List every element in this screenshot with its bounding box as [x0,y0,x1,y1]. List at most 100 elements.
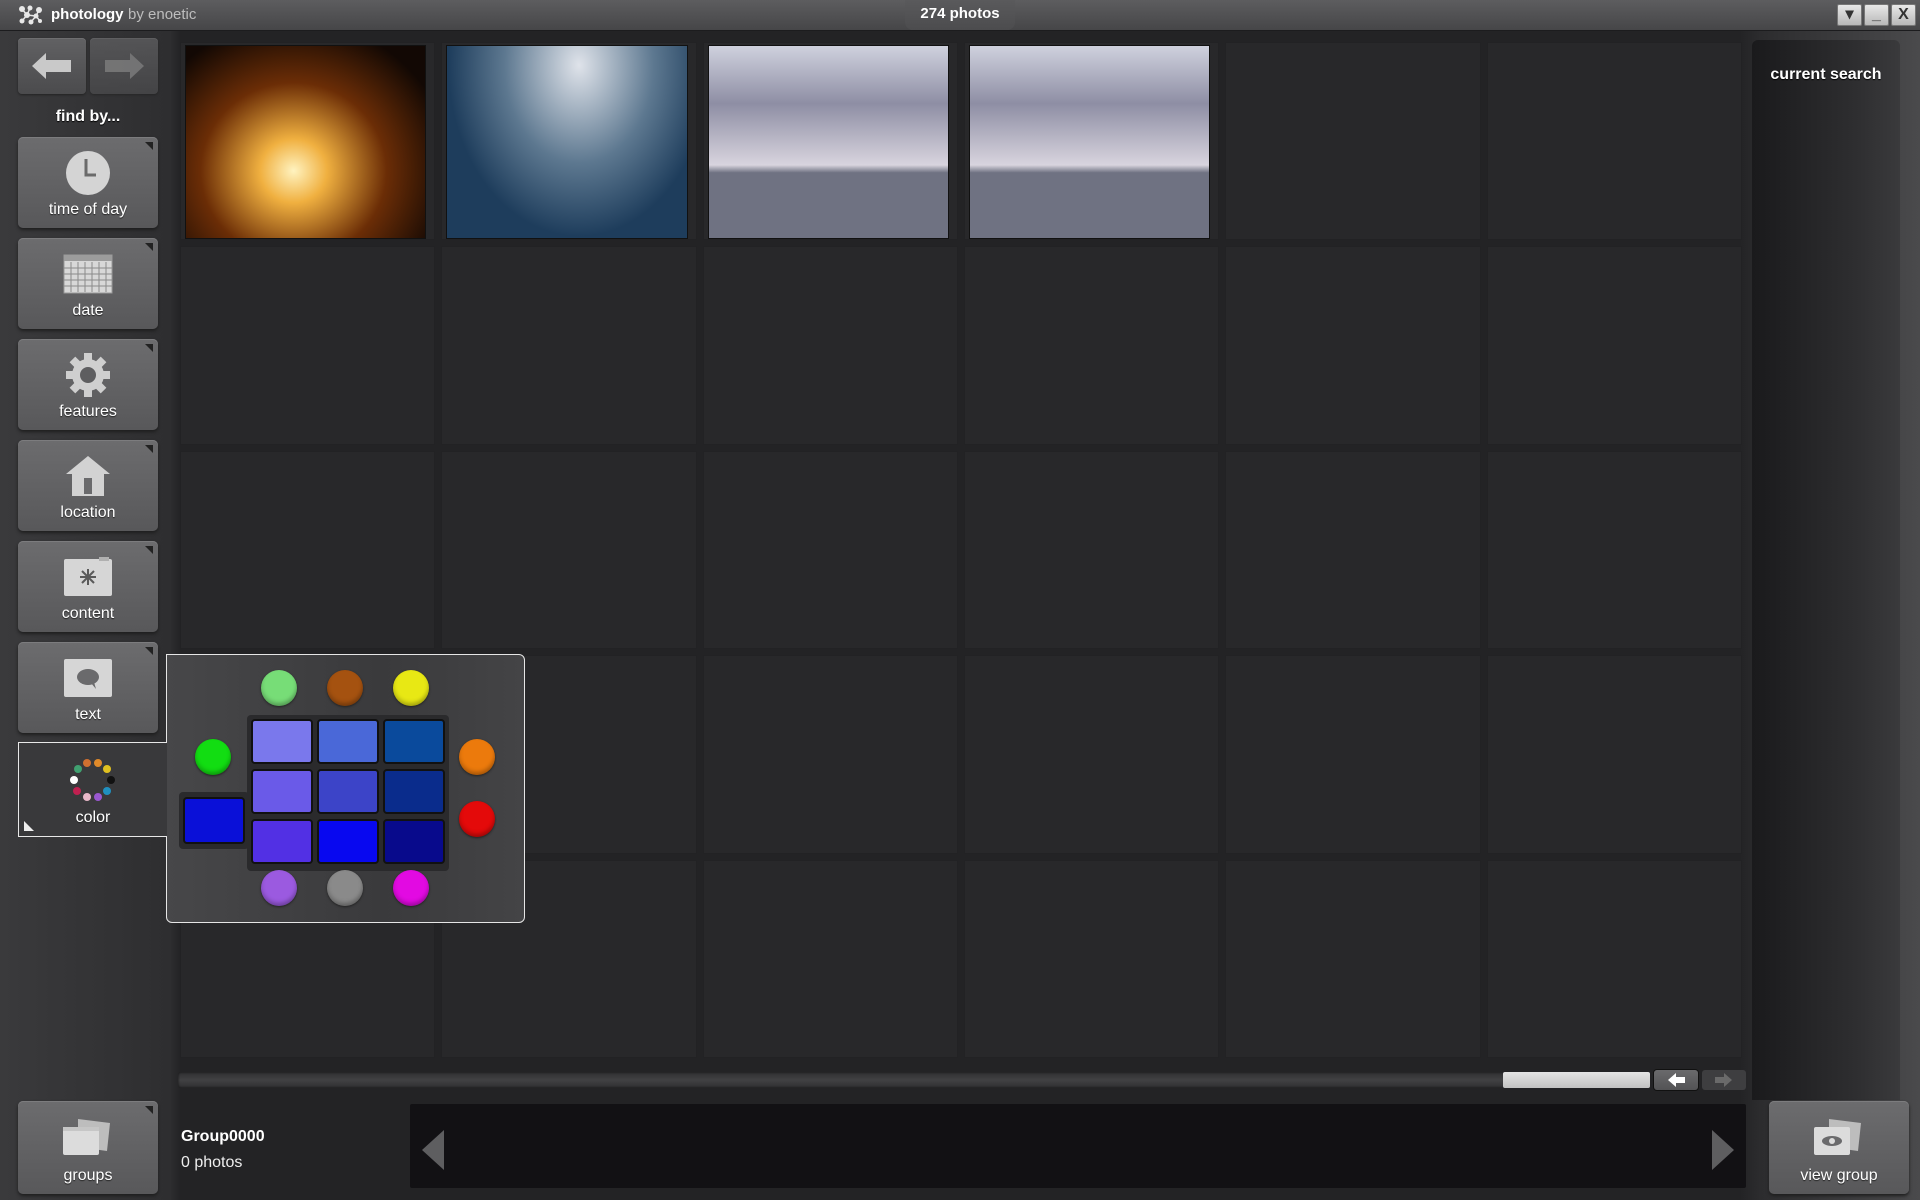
color-swatch[interactable] [383,719,445,764]
grid-cell[interactable] [1225,42,1481,241]
group-filmstrip [410,1104,1746,1188]
sidebar-item-label: color [75,809,111,826]
color-option[interactable] [261,670,297,706]
scroll-left-icon [1668,1073,1685,1087]
grid-cell[interactable] [441,246,697,445]
groups-button[interactable]: groups [18,1101,158,1194]
groups-label: groups [63,1167,113,1184]
sidebar-item-label: content [61,605,115,622]
app-name: photology [51,6,124,23]
grid-cell[interactable] [702,655,958,854]
sidebar-item-location[interactable]: location [18,440,158,531]
scroll-left-button[interactable] [1654,1070,1698,1090]
content-icon [64,557,112,596]
grid-cell[interactable] [964,859,1220,1058]
grid-cell[interactable] [1486,450,1742,650]
clock-icon [66,151,110,195]
color-swatch[interactable] [251,769,313,814]
grid-cell[interactable] [1225,246,1481,445]
groups-icon [63,1119,110,1155]
grid-cell[interactable] [964,655,1220,854]
color-swatch[interactable] [317,769,379,814]
view-group-button[interactable]: view group [1769,1101,1909,1194]
photology-logo-icon [19,5,42,25]
grid-cell[interactable] [441,450,697,650]
find-by-label: find by... [55,108,121,125]
color-picker-popup [166,654,525,923]
gear-icon [66,353,110,397]
swatch-grid [247,715,449,871]
sidebar-item-features[interactable]: features [18,339,158,430]
color-option[interactable] [327,870,363,906]
sidebar-item-content[interactable]: content [18,541,158,632]
minimize-button[interactable]: _ [1864,4,1889,26]
sidebar-item-color[interactable]: color [18,742,167,837]
expand-corner-icon [145,647,153,655]
color-wheel-icon [70,759,115,801]
sidebar-item-time-of-day[interactable]: time of day [18,137,158,228]
photo-thumbnail[interactable] [185,45,427,239]
grid-cell[interactable] [1486,655,1742,854]
color-swatch[interactable] [251,719,313,764]
back-button[interactable] [18,38,86,94]
selected-color-swatch[interactable] [183,797,245,844]
grid-cell[interactable] [702,246,958,445]
grid-cell[interactable] [180,246,436,445]
sidebar-item-text[interactable]: text [18,642,158,733]
house-icon [66,456,110,496]
filmstrip-prev-icon[interactable] [422,1130,444,1170]
grid-cell[interactable] [1225,450,1481,650]
current-search-panel: current search [1752,40,1900,1100]
color-option[interactable] [195,739,231,775]
color-swatch[interactable] [251,819,313,864]
filmstrip-next-icon[interactable] [1712,1130,1734,1170]
sidebar-item-date[interactable]: date [18,238,158,329]
dropdown-icon: ▾ [1845,6,1854,23]
grid-cell[interactable] [964,450,1220,650]
photo-thumbnail[interactable] [969,45,1211,239]
grid-cell[interactable] [1486,859,1742,1058]
expand-corner-icon [145,445,153,453]
forward-arrow-icon [105,53,144,79]
color-option[interactable] [393,670,429,706]
expand-corner-icon [145,243,153,251]
color-option[interactable] [393,870,429,906]
group-photo-count: 0 photos [181,1154,243,1171]
color-option[interactable] [327,670,363,706]
view-group-icon [1814,1119,1861,1155]
color-swatch[interactable] [383,769,445,814]
window-menu-button[interactable]: ▾ [1837,4,1862,26]
scroll-right-button[interactable] [1702,1070,1746,1090]
scroll-right-icon [1715,1073,1732,1087]
photo-thumbnail[interactable] [707,45,949,239]
minimize-icon: _ [1872,6,1881,23]
back-arrow-icon [32,53,71,79]
grid-cell[interactable] [702,450,958,650]
grid-cell[interactable] [1486,246,1742,445]
color-option[interactable] [459,739,495,775]
grid-cell[interactable] [702,859,958,1058]
color-option[interactable] [261,870,297,906]
expand-corner-icon [145,344,153,352]
grid-cell[interactable] [180,450,436,650]
forward-button[interactable] [90,38,158,94]
close-button[interactable]: X [1891,4,1916,26]
speech-bubble-icon [64,659,112,697]
grid-cell[interactable] [1225,859,1481,1058]
sidebar-item-label: date [72,302,104,319]
calendar-icon [63,254,113,294]
color-option[interactable] [459,801,495,837]
color-swatch[interactable] [317,719,379,764]
resize-corner-icon [24,821,34,831]
scrollbar-thumb[interactable] [1503,1072,1650,1088]
color-swatch[interactable] [383,819,445,864]
photo-thumbnail[interactable] [446,45,688,239]
color-swatch[interactable] [317,819,379,864]
horizontal-scrollbar[interactable] [178,1072,1650,1088]
close-icon: X [1898,6,1909,23]
current-search-title: current search [1770,66,1882,83]
grid-cell[interactable] [1225,655,1481,854]
sidebar-item-label: location [60,504,116,521]
grid-cell[interactable] [964,246,1220,445]
grid-cell[interactable] [1486,42,1742,241]
